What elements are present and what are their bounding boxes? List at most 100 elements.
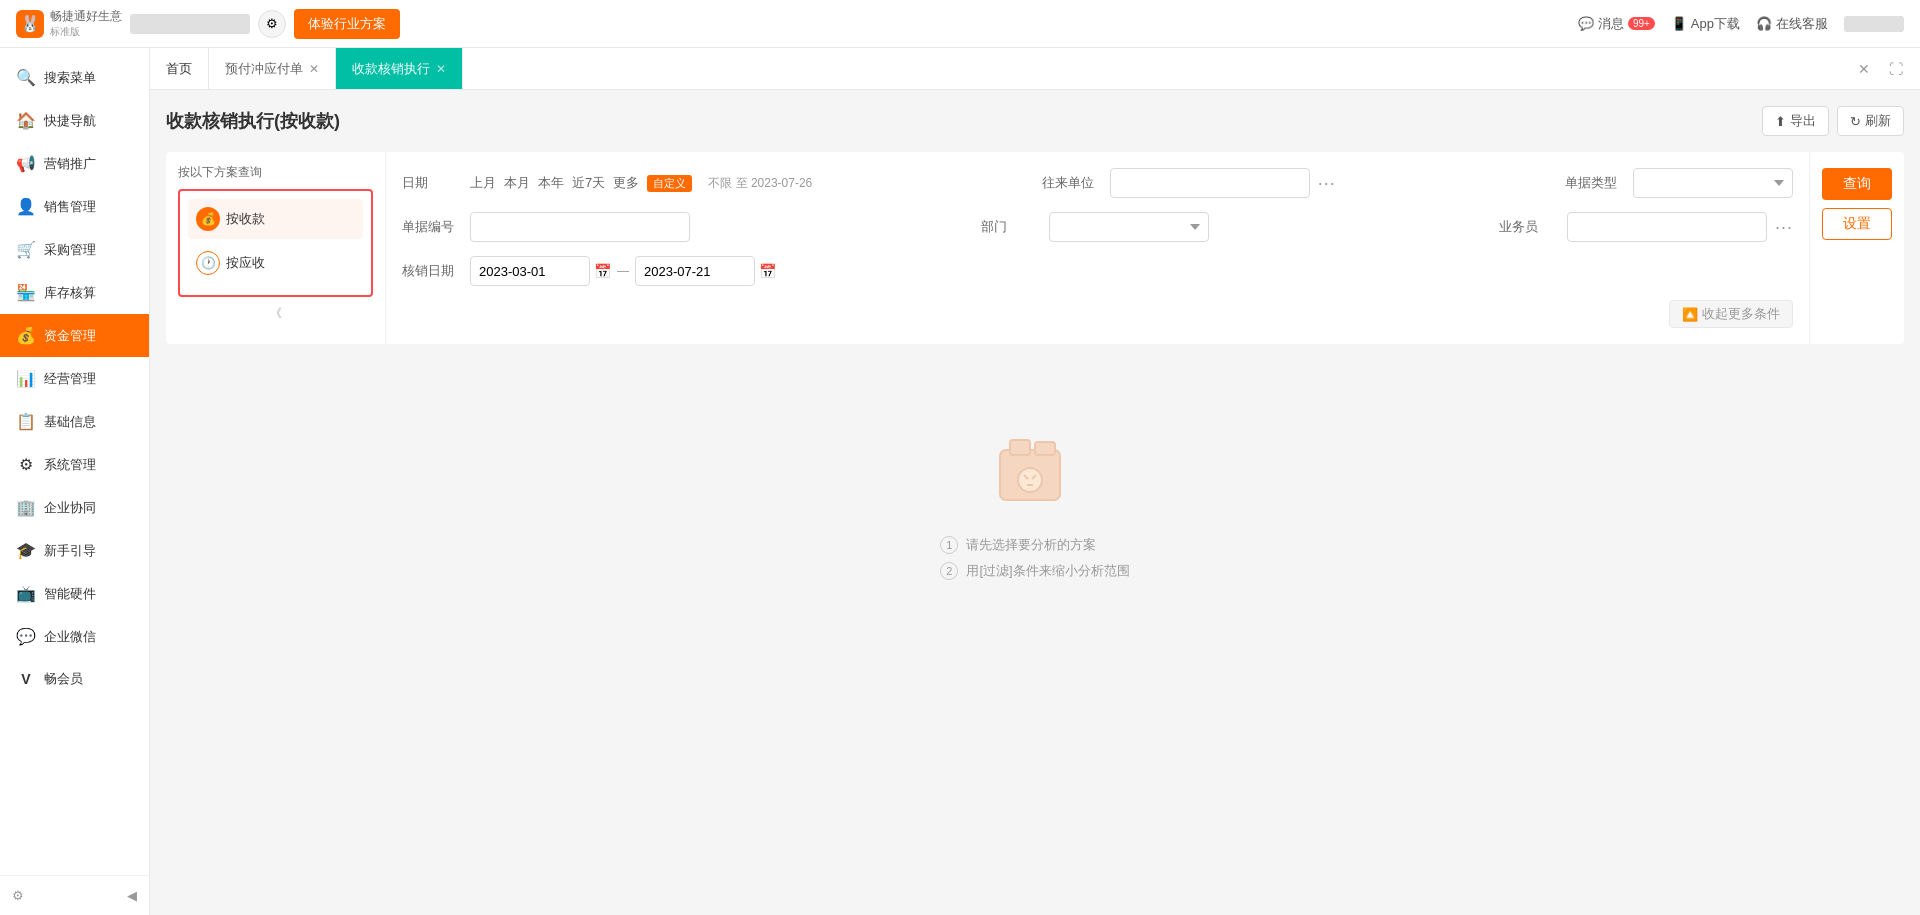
collapse-conditions-icon: 🔼 <box>1682 307 1698 322</box>
calendar-end-icon[interactable]: 📅 <box>759 263 776 279</box>
calendar-start-icon[interactable]: 📅 <box>594 263 611 279</box>
writeoff-date-end-input[interactable] <box>635 256 755 286</box>
filter-item-salesperson: 业务员 ··· <box>1499 212 1793 242</box>
home-icon: 🏠 <box>16 111 36 130</box>
sidebar-collapse-icon[interactable]: ◀ <box>127 888 137 903</box>
hint-text-1: 请先选择要分析的方案 <box>966 536 1096 554</box>
by-receipt-label: 按收款 <box>226 210 265 228</box>
sidebar-label-quicknav: 快捷导航 <box>44 112 96 130</box>
filter-item-bill-no: 单据编号 <box>402 212 690 242</box>
sidebar-label-inventory: 库存核算 <box>44 284 96 302</box>
counterparty-label: 往来单位 <box>1042 174 1102 192</box>
by-receivable-icon: 🕐 <box>196 251 220 275</box>
system-icon: ⚙ <box>16 455 36 474</box>
writeoff-date-end-wrap: 📅 <box>635 256 776 286</box>
sidebar-item-enterprise[interactable]: 🏢 企业协同 <box>0 486 149 529</box>
tab-close-all-icon[interactable]: ✕ <box>1852 57 1876 81</box>
hint-text-2: 用[过滤]条件来缩小分析范围 <box>966 562 1129 580</box>
hint-num-2: 2 <box>940 562 958 580</box>
tab-prepay-close-icon[interactable]: ✕ <box>309 62 319 76</box>
counterparty-input[interactable] <box>1110 168 1310 198</box>
filter-item-counterparty: 往来单位 ··· <box>1042 168 1336 198</box>
salesperson-more-icon[interactable]: ··· <box>1775 217 1793 238</box>
sidebar: 🔍 搜索菜单 🏠 快捷导航 📢 营销推广 👤 销售管理 🛒 采购管理 🏪 <box>0 48 150 915</box>
service-label: 在线客服 <box>1776 15 1828 33</box>
tab-home[interactable]: 首页 <box>150 48 209 89</box>
wechat-icon: 💬 <box>16 627 36 646</box>
sidebar-item-finance[interactable]: 💰 资金管理 <box>0 314 149 357</box>
more-conditions-label: 收起更多条件 <box>1702 305 1780 323</box>
sidebar-settings-icon[interactable]: ⚙ <box>12 888 24 903</box>
tab-receipt-writeoff[interactable]: 收款核销执行 ✕ <box>336 48 463 89</box>
filter-sidebar-title: 按以下方案查询 <box>178 164 373 181</box>
bill-no-input[interactable] <box>470 212 690 242</box>
filter-collapse-button[interactable]: 《 <box>178 297 373 330</box>
settings-gear-icon[interactable]: ⚙ <box>258 10 286 38</box>
salesperson-input[interactable] <box>1567 212 1767 242</box>
empty-illustration <box>985 420 1085 520</box>
sidebar-item-wechat[interactable]: 💬 企业微信 <box>0 615 149 658</box>
app-download-button[interactable]: 📱 App下载 <box>1671 15 1740 33</box>
app-download-icon: 📱 <box>1671 16 1687 31</box>
date-link-this-month[interactable]: 本月 <box>504 174 530 192</box>
sidebar-item-purchase[interactable]: 🛒 采购管理 <box>0 228 149 271</box>
date-link-7days[interactable]: 近7天 <box>572 174 605 192</box>
more-conditions-row: 🔼 收起更多条件 <box>402 300 1793 328</box>
sidebar-item-inventory[interactable]: 🏪 库存核算 <box>0 271 149 314</box>
writeoff-date-start-wrap: 📅 <box>470 256 611 286</box>
sidebar-item-quicknav[interactable]: 🏠 快捷导航 <box>0 99 149 142</box>
filter-item-department: 部门 <box>981 212 1209 242</box>
empty-hint-1: 1 请先选择要分析的方案 <box>940 536 1129 554</box>
sidebar-label-member: 畅会员 <box>44 670 83 688</box>
svg-rect-2 <box>1035 442 1055 455</box>
sidebar-item-search[interactable]: 🔍 搜索菜单 <box>0 56 149 99</box>
online-service-button[interactable]: 🎧 在线客服 <box>1756 15 1828 33</box>
sidebar-item-member[interactable]: V 畅会员 <box>0 658 149 700</box>
industry-solution-button[interactable]: 体验行业方案 <box>294 9 400 39</box>
dept-select[interactable] <box>1049 212 1209 242</box>
settings-button[interactable]: 设置 <box>1822 208 1892 240</box>
writeoff-date-range: 📅 — 📅 <box>470 256 776 286</box>
sidebar-label-wechat: 企业微信 <box>44 628 96 646</box>
date-link-this-year[interactable]: 本年 <box>538 174 564 192</box>
sidebar-item-marketing[interactable]: 📢 营销推广 <box>0 142 149 185</box>
sidebar-label-basic: 基础信息 <box>44 413 96 431</box>
bill-type-select[interactable] <box>1633 168 1793 198</box>
sidebar-item-guide[interactable]: 🎓 新手引导 <box>0 529 149 572</box>
message-badge: 99+ <box>1628 17 1655 30</box>
message-button[interactable]: 💬 消息 99+ <box>1578 15 1655 33</box>
message-label: 消息 <box>1598 15 1624 33</box>
tab-expand-icon[interactable]: ⛶ <box>1884 57 1908 81</box>
finance-icon: 💰 <box>16 326 36 345</box>
writeoff-date-label: 核销日期 <box>402 262 462 280</box>
query-button[interactable]: 查询 <box>1822 168 1892 200</box>
sidebar-label-marketing: 营销推广 <box>44 155 96 173</box>
bill-type-label: 单据类型 <box>1565 174 1625 192</box>
empty-state: 1 请先选择要分析的方案 2 用[过滤]条件来缩小分析范围 <box>166 360 1904 640</box>
refresh-button[interactable]: ↻ 刷新 <box>1837 106 1904 136</box>
sidebar-item-system[interactable]: ⚙ 系统管理 <box>0 443 149 486</box>
date-link-last-month[interactable]: 上月 <box>470 174 496 192</box>
counterparty-more-icon[interactable]: ··· <box>1318 173 1336 194</box>
date-link-more[interactable]: 更多 <box>613 174 639 192</box>
sidebar-item-hardware[interactable]: 📺 智能硬件 <box>0 572 149 615</box>
filter-option-by-receipt[interactable]: 💰 按收款 <box>188 199 363 239</box>
filter-item-writeoff-date: 核销日期 📅 — 📅 <box>402 256 776 286</box>
sidebar-item-basic[interactable]: 📋 基础信息 <box>0 400 149 443</box>
more-conditions-button[interactable]: 🔼 收起更多条件 <box>1669 300 1793 328</box>
empty-hint-2: 2 用[过滤]条件来缩小分析范围 <box>940 562 1129 580</box>
sales-icon: 👤 <box>16 197 36 216</box>
date-custom-badge[interactable]: 自定义 <box>647 175 692 192</box>
filter-option-by-receivable[interactable]: 🕐 按应收 <box>188 243 363 283</box>
tab-receipt-close-icon[interactable]: ✕ <box>436 62 446 76</box>
export-button[interactable]: ⬆ 导出 <box>1762 106 1829 136</box>
tab-bar: 首页 预付冲应付单 ✕ 收款核销执行 ✕ ✕ ⛶ <box>150 48 1920 90</box>
sidebar-item-operation[interactable]: 📊 经营管理 <box>0 357 149 400</box>
sidebar-item-sales[interactable]: 👤 销售管理 <box>0 185 149 228</box>
filter-row-2: 单据编号 部门 <box>402 212 1793 242</box>
writeoff-date-start-input[interactable] <box>470 256 590 286</box>
app-logo: 🐰 畅捷通好生意 标准版 <box>16 8 122 39</box>
tab-prepay[interactable]: 预付冲应付单 ✕ <box>209 48 336 89</box>
sidebar-label-hardware: 智能硬件 <box>44 585 96 603</box>
results-area: 1 请先选择要分析的方案 2 用[过滤]条件来缩小分析范围 <box>166 360 1904 640</box>
